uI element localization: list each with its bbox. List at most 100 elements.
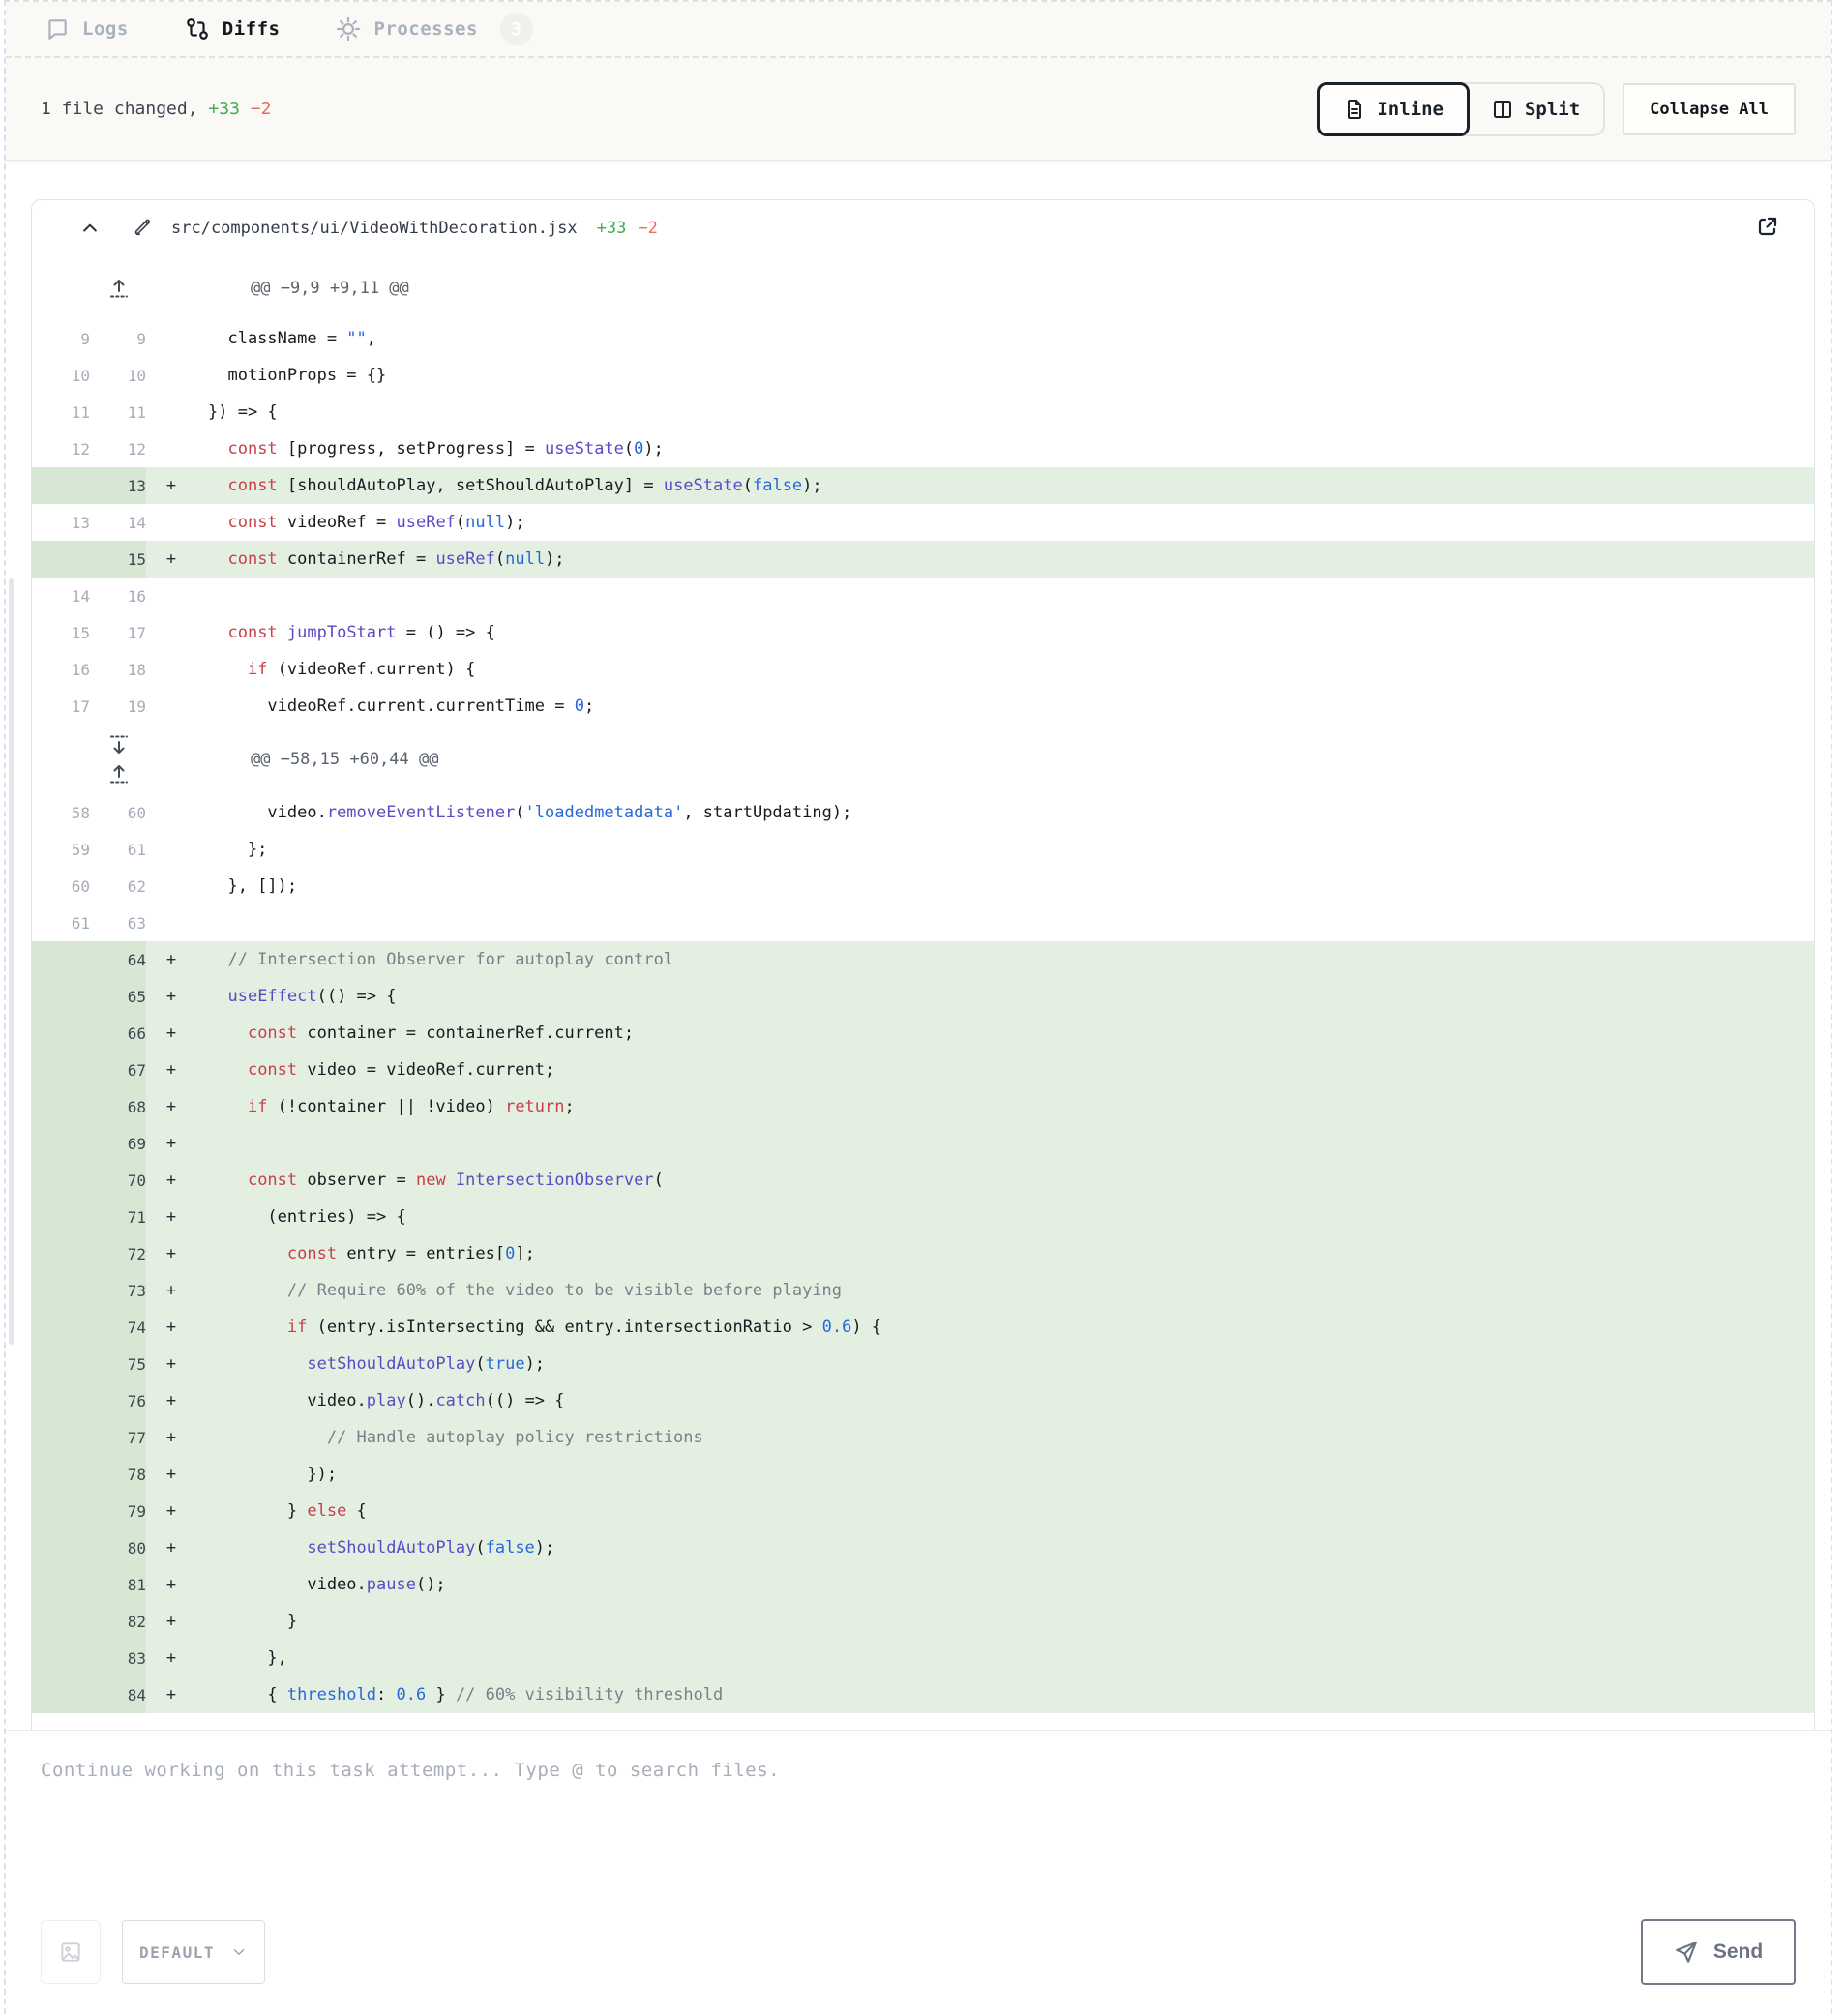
diff-row: 9 9 className = "",	[32, 320, 1814, 357]
new-line-number: 75	[90, 1346, 146, 1382]
tab-logs[interactable]: Logs	[45, 16, 129, 42]
diff-row: 17 19 videoRef.current.currentTime = 0;	[32, 688, 1814, 725]
hunk-range-text: @@ −9,9 +9,11 @@	[251, 279, 409, 298]
new-line-number: 60	[127, 803, 146, 822]
diff-summary-bar: 1 file changed, +33 −2 Inline Split Coll…	[6, 58, 1831, 161]
old-line-number	[32, 1125, 90, 1162]
old-line-number: 9	[80, 329, 90, 348]
new-line-number: 67	[90, 1052, 146, 1088]
old-line-number: 15	[71, 623, 90, 642]
diff-sign: +	[165, 1207, 177, 1227]
old-line-number	[32, 1235, 90, 1272]
gear-icon	[337, 16, 361, 42]
old-line-number	[32, 1309, 90, 1346]
code-line: video. pause ();	[208, 1575, 446, 1594]
diff-row: 15 + const containerRef = useRef(null);	[32, 541, 1814, 578]
send-label: Send	[1712, 1941, 1764, 1963]
view-mode-toggle: Inline Split	[1317, 81, 1606, 136]
message-input[interactable]: Continue working on this task attempt...…	[41, 1760, 1796, 1781]
code-line: const containerRef = useRef(null);	[227, 549, 565, 569]
git-compare-icon	[186, 18, 208, 40]
diff-row: 16 18 if (videoRef.current) {	[32, 651, 1814, 688]
expand-down-button[interactable]	[107, 732, 131, 757]
old-line-number: 11	[71, 402, 90, 422]
diff-row: 59 61 };	[32, 831, 1814, 868]
send-button[interactable]: Send	[1641, 1919, 1796, 1985]
old-line-number: 14	[71, 586, 90, 606]
code-line: video. play (). catch(() => {	[208, 1391, 565, 1410]
external-link-icon	[1758, 217, 1777, 236]
diff-row: 69 +	[32, 1125, 1814, 1162]
summary-deletions: −2	[250, 99, 272, 119]
diff-sign: +	[165, 1134, 177, 1153]
new-line-number: 73	[90, 1272, 146, 1309]
file-additions: +33	[596, 219, 627, 238]
tab-diffs[interactable]: Diffs	[185, 16, 281, 42]
diff-content-area: src/components/ui/VideoWithDecoration.js…	[6, 199, 1831, 1730]
diff-row: 82 + }	[32, 1603, 1814, 1640]
chevron-up-icon	[83, 223, 97, 232]
diff-row: 71 + (entries) => {	[32, 1199, 1814, 1235]
code-line: },	[208, 1648, 287, 1668]
diff-sign: +	[165, 1648, 177, 1668]
old-line-number	[32, 1052, 90, 1088]
diff-sign: +	[165, 1428, 177, 1447]
new-line-number: 64	[90, 941, 146, 978]
attach-image-button[interactable]	[41, 1920, 101, 1984]
old-line-number	[32, 1640, 90, 1676]
tab-label: Processes	[373, 18, 478, 40]
diff-row: 11 11}) => {	[32, 394, 1814, 430]
diff-row: 65 + useEffect(() => {	[32, 978, 1814, 1015]
diff-row: 13 14 const videoRef = useRef(null);	[32, 504, 1814, 541]
diff-row: 74 + if (entry.isIntersecting && entry.in…	[32, 1309, 1814, 1346]
diff-sign: +	[165, 1244, 177, 1263]
code-line: if (videoRef.current) {	[247, 660, 476, 679]
diff-sign: +	[165, 1612, 177, 1631]
diff-row: 64 + // Intersection Observer for autopla…	[32, 941, 1814, 978]
expand-up-button[interactable]	[107, 761, 131, 786]
new-line-number: 19	[127, 697, 146, 716]
diff-row: 78 + });	[32, 1456, 1814, 1493]
file-diff-card: src/components/ui/VideoWithDecoration.js…	[31, 199, 1815, 1730]
old-line-number	[32, 978, 90, 1015]
old-line-number: 60	[71, 876, 90, 896]
collapse-all-button[interactable]: Collapse All	[1623, 82, 1796, 135]
diff-row: 84 + { threshold: 0.6 } // 60% visibility…	[32, 1676, 1814, 1713]
old-line-number: 12	[71, 439, 90, 459]
file-text-icon	[1348, 99, 1362, 119]
code-line: const entry = entries[0];	[286, 1244, 535, 1263]
diff-row: 77 + // Handle autoplay policy restrictio…	[32, 1419, 1814, 1456]
expand-up-button[interactable]	[107, 276, 131, 301]
diff-row: 12 12 const [progress, setProgress] = use…	[32, 430, 1814, 467]
new-line-number: 70	[90, 1162, 146, 1199]
diff-row: 70 + const observer = new IntersectionObs…	[32, 1162, 1814, 1199]
new-line-number: 66	[90, 1015, 146, 1052]
code-line: }) => {	[208, 402, 278, 422]
diff-rows: @@ −9,9 +9,11 @@ 9 9 className = "", 10 10 m…	[32, 256, 1814, 1713]
diff-row: 81 + video. pause ();	[32, 1566, 1814, 1603]
open-external-button[interactable]	[1756, 215, 1779, 242]
split-view-button[interactable]: Split	[1468, 84, 1603, 134]
inline-view-button[interactable]: Inline	[1317, 81, 1470, 136]
tab-processes[interactable]: Processes 3	[336, 13, 533, 45]
old-line-number	[32, 1676, 90, 1713]
diff-row: 73 + // Require 60% of the video to be vi…	[32, 1272, 1814, 1309]
diff-scrollbar[interactable]	[9, 578, 14, 1345]
old-line-number	[32, 1162, 90, 1199]
diff-row: 14 16	[32, 578, 1814, 614]
old-line-number	[32, 1493, 90, 1529]
chat-bubble-icon	[48, 19, 67, 40]
diff-row: 72 + const entry = entries[0];	[32, 1235, 1814, 1272]
diff-row: 83 + },	[32, 1640, 1814, 1676]
new-line-number: 84	[90, 1676, 146, 1713]
model-selector[interactable]: DEFAULT	[122, 1920, 265, 1984]
diff-sign: +	[165, 549, 177, 569]
code-line: const observer = new IntersectionObserve…	[247, 1171, 664, 1190]
old-line-number	[32, 1346, 90, 1382]
new-line-number: 13	[90, 467, 146, 504]
diff-row: 80 + setShouldAutoPlay(false);	[32, 1529, 1814, 1566]
diff-hunk-header: @@ −58,15 +60,44 @@	[32, 725, 1814, 794]
collapse-file-button[interactable]	[80, 219, 119, 238]
composer-controls: DEFAULT Send	[41, 1919, 1796, 1985]
